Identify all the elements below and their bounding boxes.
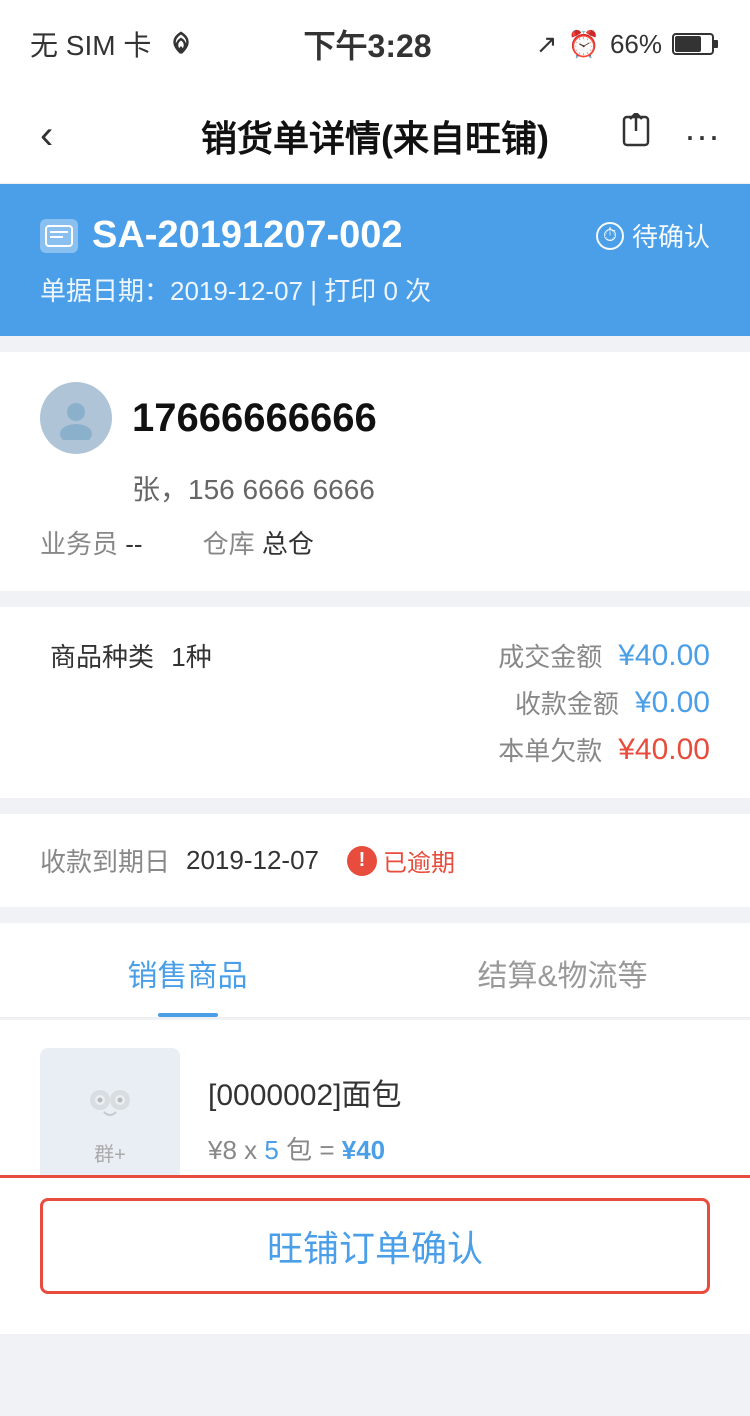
alarm-icon: ⏰ <box>568 29 600 60</box>
clock-icon: ⏱ <box>596 222 624 250</box>
product-thumb-text: 群+ <box>94 1138 126 1167</box>
salesman-label: 业务员 <box>40 529 118 559</box>
balance-amount: ¥40.00 <box>618 733 710 767</box>
share-button[interactable] <box>618 113 654 158</box>
nav-bar: ‹ 销货单详情(来自旺铺) ··· <box>0 88 750 184</box>
product-total: ¥40 <box>342 1135 385 1165</box>
customer-info-card: 17666666666 张，156 6666 6666 业务员 -- 仓库 总仓 <box>0 352 750 591</box>
due-date-card: 收款到期日 2019-12-07 ! 已逾期 <box>0 814 750 907</box>
avatar <box>40 382 112 454</box>
transaction-amount: ¥40.00 <box>618 639 710 673</box>
overdue-icon: ! <box>347 846 377 876</box>
status-carrier: 无 SIM 卡 <box>30 24 199 64</box>
product-qty: 5 <box>264 1135 278 1165</box>
received-amount: ¥0.00 <box>635 686 710 720</box>
back-button[interactable]: ‹ <box>30 103 63 168</box>
order-status-badge: ⏱ 待确认 <box>596 217 710 254</box>
due-date-label: 收款到期日 <box>40 842 170 879</box>
warehouse-field: 仓库 总仓 <box>203 524 314 561</box>
overdue-badge: ! 已逾期 <box>347 843 455 878</box>
tabs-bar: 销售商品 结算&物流等 <box>0 923 750 1018</box>
summary-right: 成交金额 ¥40.00 收款金额 ¥0.00 本单欠款 ¥40.00 <box>498 637 710 768</box>
confirm-order-button[interactable]: 旺铺订单确认 <box>40 1198 710 1294</box>
order-header-top: SA-20191207-002 ⏱ 待确认 <box>40 214 710 257</box>
product-name: [0000002]面包 <box>208 1070 710 1114</box>
unit-price: ¥8 <box>208 1135 237 1165</box>
salesman-field: 业务员 -- <box>40 524 143 561</box>
location-icon: ↗ <box>536 29 558 60</box>
transaction-amount-row: 成交金额 ¥40.00 <box>498 637 710 674</box>
order-header-card: SA-20191207-002 ⏱ 待确认 单据日期：2019-12-07 | … <box>0 184 750 336</box>
order-id: SA-20191207-002 <box>40 214 403 257</box>
product-type-label: 商品种类 <box>50 642 154 672</box>
customer-meta: 业务员 -- 仓库 总仓 <box>40 524 710 561</box>
carrier-text: 无 SIM 卡 <box>30 24 151 64</box>
customer-name: 张，156 6666 6666 <box>40 468 710 508</box>
product-type-row: 商品种类 1种 <box>40 637 212 674</box>
received-amount-row: 收款金额 ¥0.00 <box>515 684 710 721</box>
warehouse-value: 总仓 <box>262 529 314 559</box>
customer-row: 17666666666 <box>40 382 710 454</box>
nav-title: 销货单详情(来自旺铺) <box>201 110 549 162</box>
battery-icon <box>672 31 720 57</box>
tab-sales-product[interactable]: 销售商品 <box>0 923 375 1017</box>
nav-actions: ··· <box>618 113 720 158</box>
tab-settlement[interactable]: 结算&物流等 <box>375 923 750 1017</box>
summary-card: 商品种类 1种 成交金额 ¥40.00 收款金额 ¥0.00 本单欠款 ¥40.… <box>0 607 750 798</box>
warehouse-label: 仓库 <box>203 529 255 559</box>
product-info: [0000002]面包 ¥8 x 5 包 = ¥40 <box>208 1070 710 1167</box>
status-bar: 无 SIM 卡 下午3:28 ↗ ⏰ 66% <box>0 0 750 88</box>
customer-phone: 17666666666 <box>132 396 377 441</box>
overdue-text: 已逾期 <box>383 843 455 878</box>
status-indicators: ↗ ⏰ 66% <box>536 29 720 60</box>
product-price: ¥8 x 5 包 = ¥40 <box>208 1130 710 1167</box>
more-button[interactable]: ··· <box>684 115 720 157</box>
order-status-text: 待确认 <box>632 217 710 254</box>
transaction-label: 成交金额 <box>498 637 602 674</box>
balance-row: 本单欠款 ¥40.00 <box>498 731 710 768</box>
product-type-value: 1种 <box>171 642 211 672</box>
received-label: 收款金额 <box>515 684 619 721</box>
balance-label: 本单欠款 <box>498 731 602 768</box>
order-date: 单据日期：2019-12-07 | 打印 0 次 <box>40 271 710 308</box>
summary-left: 商品种类 1种 <box>40 637 212 682</box>
status-time: 下午3:28 <box>304 21 432 67</box>
battery-text: 66% <box>610 29 662 60</box>
salesman-value: -- <box>125 529 142 559</box>
bottom-bar: 旺铺订单确认 <box>0 1175 750 1334</box>
wifi-icon <box>163 31 199 57</box>
order-icon <box>40 219 78 253</box>
product-thumbnail: 群+ <box>40 1048 180 1188</box>
due-date-value: 2019-12-07 <box>186 845 319 876</box>
